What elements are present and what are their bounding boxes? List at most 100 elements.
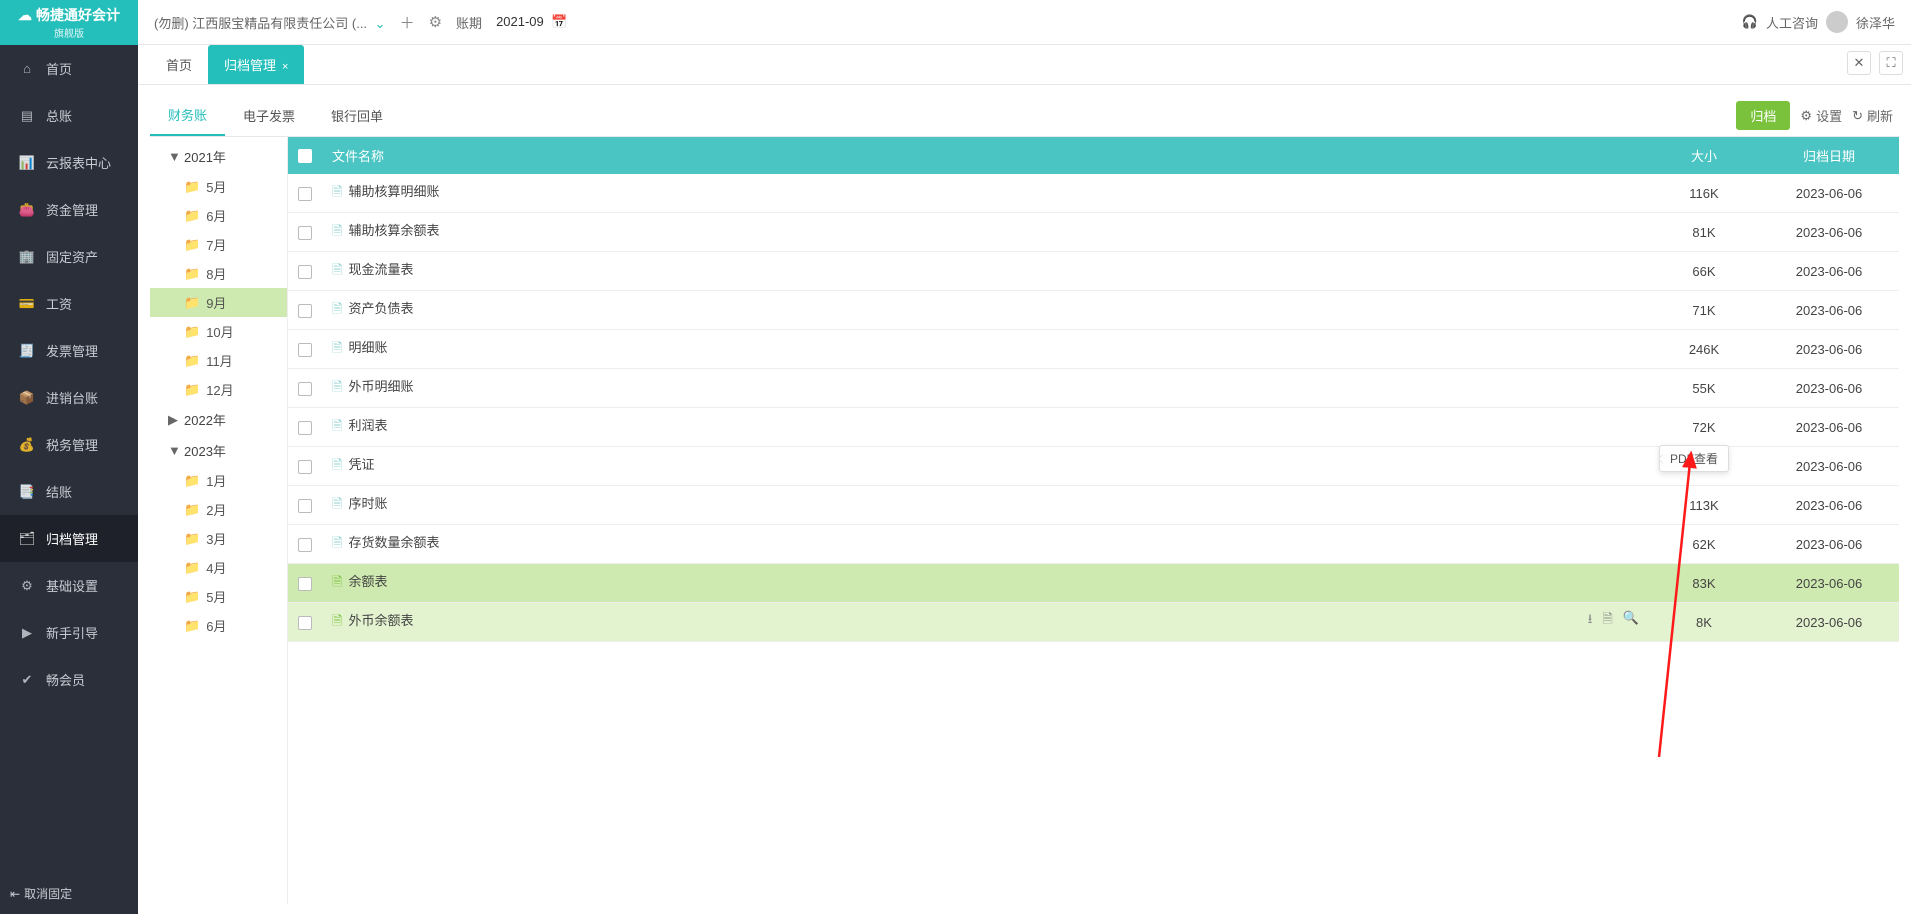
tree-month-2-3[interactable]: 📁4月 — [150, 553, 287, 582]
table-row[interactable]: 🗎外币余额表 ⭳ 🗎 🔍 8K 2023-06-06 — [288, 603, 1899, 642]
file-icon: 🗎 — [332, 574, 342, 589]
company-select[interactable]: (勿删) 江西服宝精品有限责任公司 (... ⌄ — [154, 13, 386, 32]
col-date: 归档日期 — [1759, 137, 1899, 174]
folder-icon: 📁 — [184, 324, 200, 340]
brand-title: 畅捷通好会计 — [36, 5, 120, 25]
row-checkbox[interactable] — [298, 499, 312, 513]
row-checkbox[interactable] — [298, 616, 312, 630]
close-icon[interactable]: × — [282, 61, 288, 73]
nav: ⌂首页▤总账📊云报表中心👛资金管理🏢固定资产💳工资🧾发票管理📦进销台账💰税务管理… — [0, 45, 138, 873]
sidebar: ☁畅捷通好会计 旗舰版 ⌂首页▤总账📊云报表中心👛资金管理🏢固定资产💳工资🧾发票… — [0, 0, 138, 914]
home-icon: ⌂ — [18, 61, 36, 76]
subtabs: 财务账 电子发票 银行回单 归档 ⚙设置 ↻刷新 — [150, 95, 1899, 137]
support-link[interactable]: 人工咨询 — [1766, 13, 1818, 32]
tree-month-0-3[interactable]: 📁8月 — [150, 259, 287, 288]
pdf-view-icon[interactable]: 🔍 — [1623, 610, 1639, 632]
nav-item-0[interactable]: ⌂首页 — [0, 45, 138, 92]
nav-item-8[interactable]: 💰税务管理 — [0, 421, 138, 468]
row-checkbox[interactable] — [298, 577, 312, 591]
nav-item-10[interactable]: 🗂归档管理 — [0, 515, 138, 562]
pin-icon: ⇤ — [10, 887, 20, 901]
table-row[interactable]: 🗎现金流量表 66K 2023-06-06 — [288, 252, 1899, 291]
tree-month-0-6[interactable]: 📁11月 — [150, 346, 287, 375]
row-checkbox[interactable] — [298, 304, 312, 318]
table-row[interactable]: 🗎凭证 163K 2023-06-06 — [288, 447, 1899, 486]
unpin-button[interactable]: ⇤取消固定 — [0, 873, 138, 914]
table-row[interactable]: 🗎余额表 83K 2023-06-06 — [288, 564, 1899, 603]
nav-item-13[interactable]: ✔畅会员 — [0, 656, 138, 703]
nav-item-4[interactable]: 🏢固定资产 — [0, 233, 138, 280]
tree-month-0-5[interactable]: 📁10月 — [150, 317, 287, 346]
tree-month-2-1[interactable]: 📁2月 — [150, 495, 287, 524]
file-icon: 🗎 — [332, 418, 342, 433]
settings-link[interactable]: ⚙设置 — [1800, 106, 1842, 125]
nav-item-11[interactable]: ⚙基础设置 — [0, 562, 138, 609]
tree-month-0-4[interactable]: 📁9月 — [150, 288, 287, 317]
row-checkbox[interactable] — [298, 538, 312, 552]
table-row[interactable]: 🗎序时账 113K 2023-06-06 — [288, 486, 1899, 525]
folder-icon: 📁 — [184, 618, 200, 634]
subtab-bank[interactable]: 银行回单 — [313, 96, 401, 135]
row-checkbox[interactable] — [298, 343, 312, 357]
folder-icon: 📁 — [184, 531, 200, 547]
vip-icon: ✔ — [18, 672, 36, 688]
tree-month-0-2[interactable]: 📁7月 — [150, 230, 287, 259]
table-row[interactable]: 🗎利润表 72K 2023-06-06 — [288, 408, 1899, 447]
pdf-icon[interactable]: 🗎 — [1602, 610, 1612, 632]
nav-item-2[interactable]: 📊云报表中心 — [0, 139, 138, 186]
table-row[interactable]: 🗎存货数量余额表 62K 2023-06-06 — [288, 525, 1899, 564]
row-checkbox[interactable] — [298, 187, 312, 201]
row-checkbox[interactable] — [298, 226, 312, 240]
tree-year-0[interactable]: ▼2021年 — [150, 141, 287, 172]
period-value[interactable]: 2021-09 📅 — [496, 14, 568, 30]
file-icon: 🗎 — [332, 184, 342, 199]
file-icon: 🗎 — [332, 535, 342, 550]
tree-month-2-2[interactable]: 📁3月 — [150, 524, 287, 553]
tab-home[interactable]: 首页 — [150, 45, 208, 84]
avatar[interactable] — [1826, 11, 1848, 33]
table-row[interactable]: 🗎辅助核算余额表 81K 2023-06-06 — [288, 213, 1899, 252]
folder-icon: 📁 — [184, 237, 200, 253]
row-checkbox[interactable] — [298, 265, 312, 279]
archive-button[interactable]: 归档 — [1736, 101, 1790, 130]
download-icon[interactable]: ⭳ — [1588, 610, 1593, 632]
table-row[interactable]: 🗎辅助核算明细账 116K 2023-06-06 — [288, 174, 1899, 213]
fullscreen-button[interactable]: ⛶ — [1879, 51, 1903, 75]
nav-item-1[interactable]: ▤总账 — [0, 92, 138, 139]
row-checkbox[interactable] — [298, 421, 312, 435]
nav-item-9[interactable]: 📑结账 — [0, 468, 138, 515]
subtab-einvoice[interactable]: 电子发票 — [225, 96, 313, 135]
row-tools: ⭳ 🗎 🔍 — [1588, 610, 1639, 632]
tree-month-2-4[interactable]: 📁5月 — [150, 582, 287, 611]
nav-item-7[interactable]: 📦进销台账 — [0, 374, 138, 421]
tree-month-0-1[interactable]: 📁6月 — [150, 201, 287, 230]
tree-year-2[interactable]: ▼2023年 — [150, 435, 287, 466]
folder-icon: 📁 — [184, 266, 200, 282]
invoice-icon: 🧾 — [18, 343, 36, 359]
tree-year-1[interactable]: ▶2022年 — [150, 404, 287, 435]
table-row[interactable]: 🗎明细账 246K 2023-06-06 — [288, 330, 1899, 369]
table-row[interactable]: 🗎外币明细账 55K 2023-06-06 — [288, 369, 1899, 408]
tree-month-0-7[interactable]: 📁12月 — [150, 375, 287, 404]
tree-month-0-0[interactable]: 📁5月 — [150, 172, 287, 201]
nav-item-5[interactable]: 💳工资 — [0, 280, 138, 327]
nav-item-6[interactable]: 🧾发票管理 — [0, 327, 138, 374]
table-row[interactable]: 🗎资产负债表 71K 2023-06-06 — [288, 291, 1899, 330]
close-all-button[interactable]: ✕ — [1847, 51, 1871, 75]
guide-icon: ▶ — [18, 625, 36, 641]
nav-item-3[interactable]: 👛资金管理 — [0, 186, 138, 233]
gear-icon[interactable]: ⚙ — [429, 13, 442, 31]
subtab-finance[interactable]: 财务账 — [150, 95, 225, 136]
row-checkbox[interactable] — [298, 460, 312, 474]
add-icon[interactable]: ＋ — [400, 12, 415, 33]
checkbox-all[interactable] — [298, 149, 312, 163]
tree-month-2-5[interactable]: 📁6月 — [150, 611, 287, 640]
nav-item-12[interactable]: ▶新手引导 — [0, 609, 138, 656]
folder-icon: 📁 — [184, 353, 200, 369]
tab-archive[interactable]: 归档管理× — [208, 45, 304, 84]
row-checkbox[interactable] — [298, 382, 312, 396]
tree-month-2-0[interactable]: 📁1月 — [150, 466, 287, 495]
folder-icon: 📁 — [184, 208, 200, 224]
refresh-link[interactable]: ↻刷新 — [1852, 106, 1893, 125]
archive-icon: 🗂 — [18, 531, 36, 547]
